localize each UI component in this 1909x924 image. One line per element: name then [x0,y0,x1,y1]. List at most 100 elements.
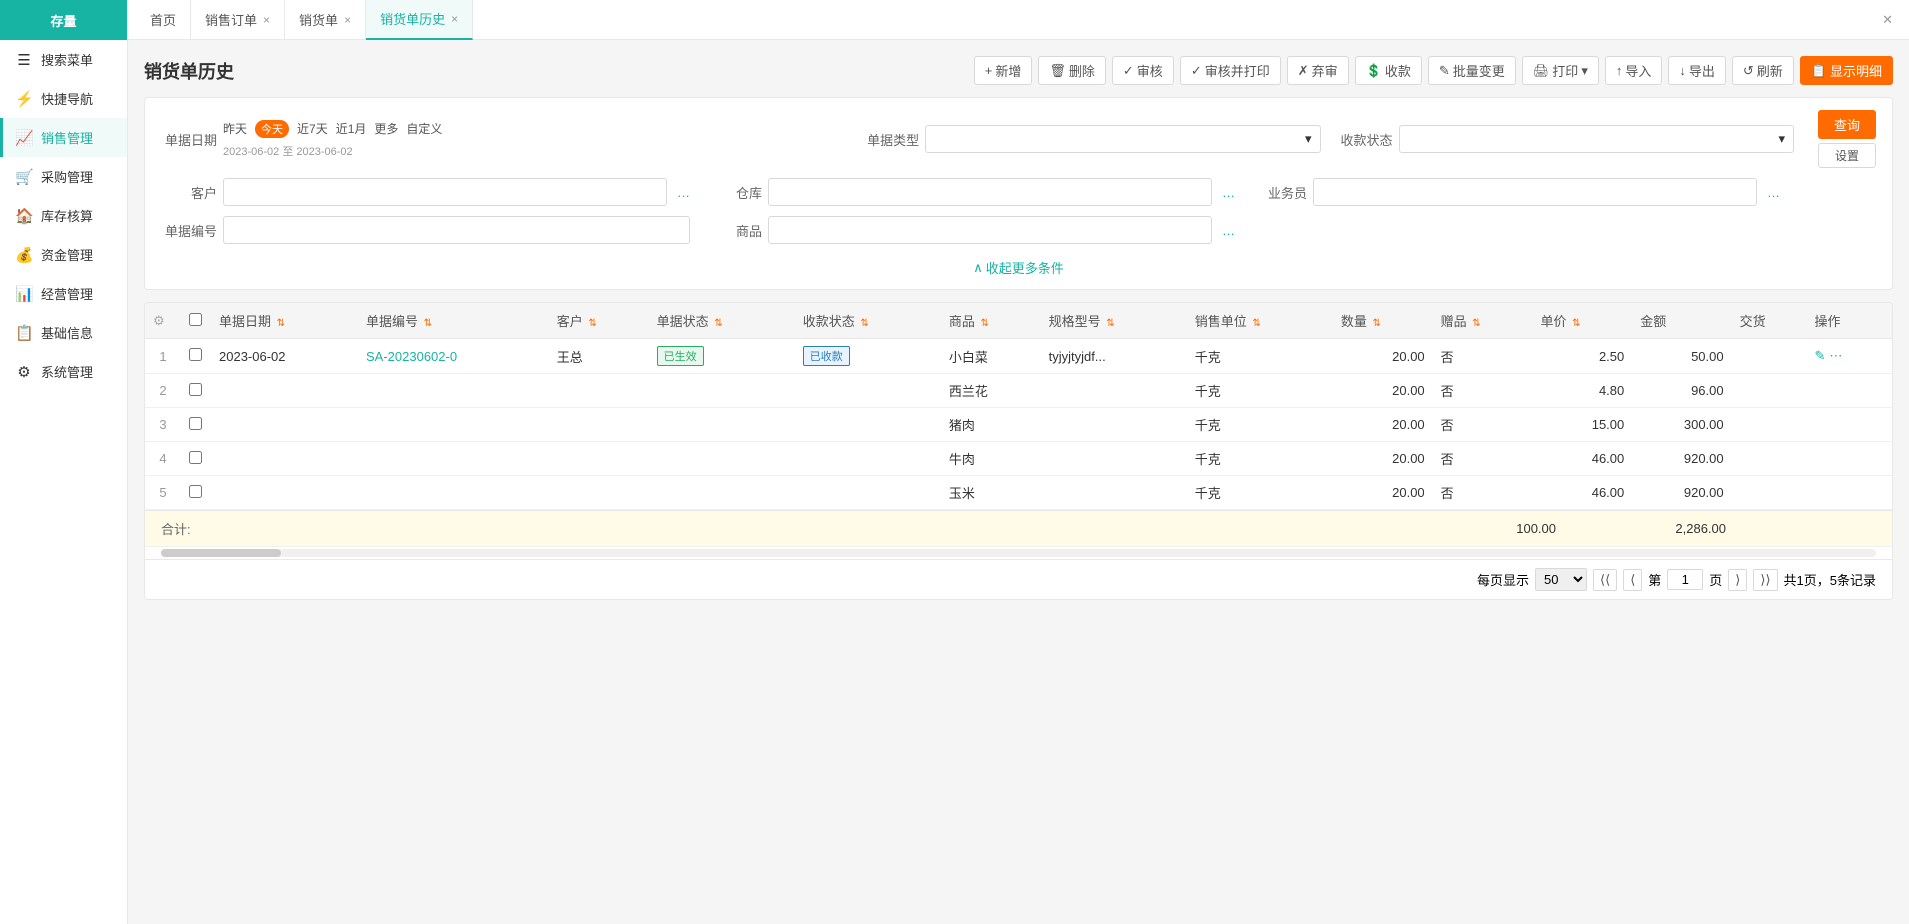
close-sales-goods-tab[interactable]: × [344,13,351,27]
query-btn-group: 查询 设置 [1818,110,1876,168]
customer-input[interactable] [223,178,667,206]
delete-button[interactable]: 🗑 删除 [1038,56,1106,85]
col-doc-date[interactable]: 单据日期 ⇅ [211,303,358,339]
col-goods[interactable]: 商品 ⇅ [941,303,1041,339]
row-checkbox[interactable] [181,374,211,408]
col-doc-status[interactable]: 单据状态 ⇅ [649,303,795,339]
row-select-checkbox[interactable] [189,348,202,361]
sidebar-item-quick-nav[interactable]: ⚡ 快捷导航 [0,79,127,118]
row-action[interactable] [1806,408,1892,442]
sidebar-item-basic-info[interactable]: 📋 基础信息 [0,313,127,352]
doc-no-input[interactable] [223,216,690,244]
row-select-checkbox[interactable] [189,451,202,464]
sidebar-item-operations[interactable]: 📊 经营管理 [0,274,127,313]
date-7days[interactable]: 近7天 [297,120,328,137]
date-yesterday[interactable]: 昨天 [223,120,247,137]
edit-action-link[interactable]: ✎ [1814,348,1825,363]
date-1month[interactable]: 近1月 [336,120,367,137]
customer-more-icon[interactable]: … [677,185,690,200]
horizontal-scrollbar[interactable] [161,549,1876,557]
sidebar-item-purchase-mgmt[interactable]: 🛒 采购管理 [0,157,127,196]
salesperson-more-icon[interactable]: … [1767,185,1780,200]
sidebar-item-system[interactable]: ⚙ 系统管理 [0,352,127,391]
window-close-icon[interactable]: ✕ [1882,12,1893,28]
next-page-button[interactable]: ⟩ [1728,569,1747,591]
row-doc-no[interactable] [358,442,549,476]
batch-change-button[interactable]: ✎ 批量变更 [1428,56,1516,85]
row-doc-no[interactable]: SA-20230602-0 [358,339,549,374]
row-doc-no[interactable] [358,374,549,408]
refresh-button[interactable]: ↺ 刷新 [1732,56,1794,85]
tab-home[interactable]: 首页 [136,0,191,40]
sidebar-item-search-menu[interactable]: ☰ 搜索菜单 [0,40,127,79]
prev-page-button[interactable]: ⟨ [1623,569,1642,591]
col-doc-no[interactable]: 单据编号 ⇅ [358,303,549,339]
date-more[interactable]: 更多 [374,120,398,137]
warehouse-more-icon[interactable]: … [1222,185,1235,200]
col-unit-price[interactable]: 单价 ⇅ [1532,303,1632,339]
gear-settings-icon[interactable]: ⚙ [153,313,165,328]
tab-sales-goods[interactable]: 销货单 × [285,0,366,40]
more-action-link[interactable]: ⋯ [1829,348,1842,363]
row-action[interactable] [1806,374,1892,408]
date-custom[interactable]: 自定义 [406,120,442,137]
last-page-button[interactable]: ⟩⟩ [1753,569,1777,591]
receipt-status-select[interactable]: ▾ [1399,125,1794,153]
goods-more-icon[interactable]: … [1222,223,1235,238]
import-button[interactable]: ↑ 导入 [1605,56,1663,85]
row-checkbox[interactable] [181,476,211,510]
row-select-checkbox[interactable] [189,383,202,396]
sidebar-item-inventory[interactable]: 🏠 库存核算 [0,196,127,235]
col-gear[interactable]: ⚙ [145,303,181,339]
row-action[interactable]: ✎⋯ [1806,339,1892,374]
row-qty: 20.00 [1333,408,1433,442]
col-unit[interactable]: 销售单位 ⇅ [1187,303,1333,339]
abandon-button[interactable]: ✗ 弃审 [1287,56,1349,85]
per-page-select[interactable]: 50 100 200 [1535,568,1587,591]
query-button[interactable]: 查询 [1818,110,1876,139]
col-gift[interactable]: 赠品 ⇅ [1433,303,1533,339]
row-action[interactable] [1806,442,1892,476]
scroll-thumb[interactable] [161,549,281,557]
sidebar-item-sales-mgmt[interactable]: 📈 销售管理 [0,118,127,157]
export-button[interactable]: ↓ 导出 [1668,56,1726,85]
goods-input[interactable] [768,216,1212,244]
page-number-input[interactable] [1667,569,1703,590]
first-page-button[interactable]: ⟨⟨ [1593,569,1617,591]
collect-button[interactable]: 💲 收款 [1355,56,1422,85]
row-checkbox[interactable] [181,339,211,374]
collapse-button[interactable]: ∧ 收起更多条件 [973,258,1064,277]
row-doc-no[interactable] [358,476,549,510]
tab-sales-order[interactable]: 销售订单 × [191,0,285,40]
row-amount: 920.00 [1632,442,1731,476]
row-action[interactable] [1806,476,1892,510]
row-number: 3 [145,408,181,442]
new-button[interactable]: + 新增 [974,56,1033,85]
audit-print-button[interactable]: ✓ 审核并打印 [1180,56,1281,85]
print-button[interactable]: 🖨 打印 ▾ [1522,56,1599,85]
col-checkbox[interactable] [181,303,211,339]
show-detail-button[interactable]: 📋 显示明细 [1800,56,1893,85]
doc-type-select[interactable]: ▾ [925,125,1320,153]
sidebar-item-finance[interactable]: 💰 资金管理 [0,235,127,274]
col-receipt-status[interactable]: 收款状态 ⇅ [795,303,941,339]
col-qty[interactable]: 数量 ⇅ [1333,303,1433,339]
close-sales-order-tab[interactable]: × [263,13,270,27]
setting-button[interactable]: 设置 [1818,143,1876,168]
tab-sales-history[interactable]: 销货单历史 × [366,0,473,40]
select-all-checkbox[interactable] [189,313,202,326]
row-select-checkbox[interactable] [189,485,202,498]
close-sales-history-tab[interactable]: × [451,12,458,26]
row-select-checkbox[interactable] [189,417,202,430]
scroll-bar-area[interactable] [145,546,1892,559]
sales-mgmt-icon: 📈 [15,129,33,147]
col-customer[interactable]: 客户 ⇅ [549,303,649,339]
warehouse-input[interactable] [768,178,1212,206]
row-checkbox[interactable] [181,408,211,442]
row-doc-no[interactable] [358,408,549,442]
audit-button[interactable]: ✓ 审核 [1112,56,1174,85]
date-today[interactable]: 今天 [255,120,289,138]
col-spec[interactable]: 规格型号 ⇅ [1041,303,1187,339]
row-checkbox[interactable] [181,442,211,476]
salesperson-input[interactable] [1313,178,1757,206]
